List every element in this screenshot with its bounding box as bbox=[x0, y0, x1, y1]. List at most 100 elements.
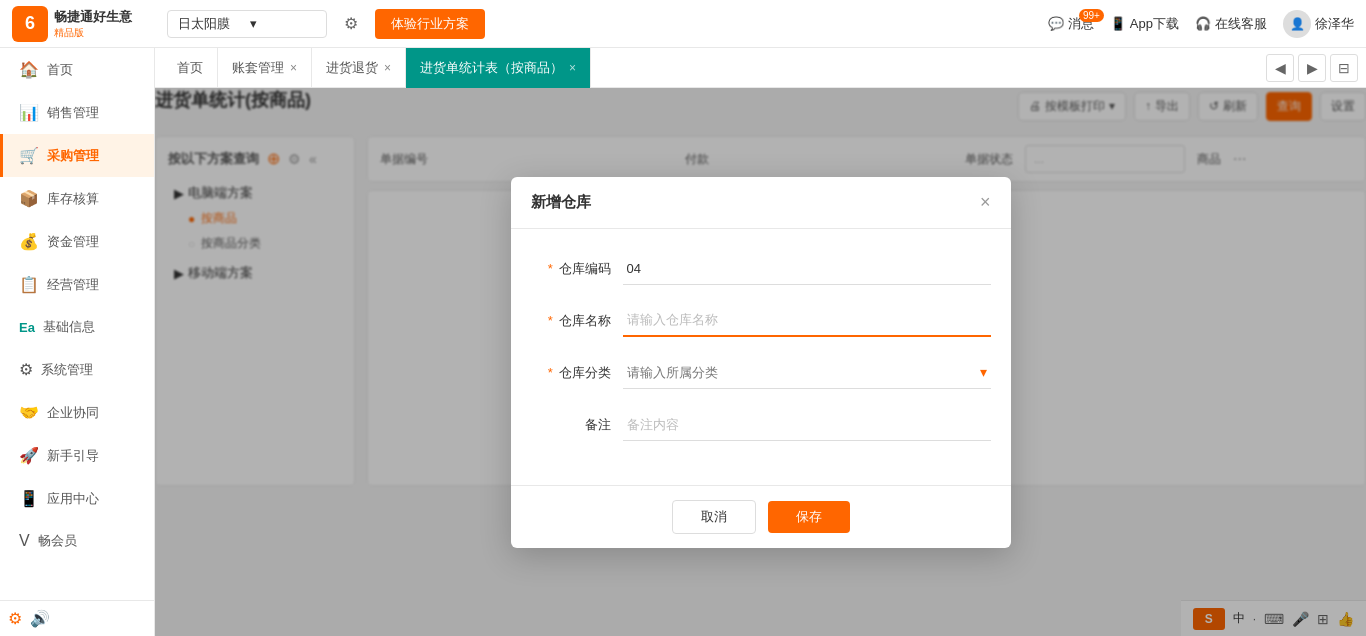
modal-body: * 仓库编码 * 仓库名称 bbox=[511, 229, 1011, 485]
sidebar-footer: ⚙ 🔊 bbox=[0, 600, 154, 636]
tab-home[interactable]: 首页 bbox=[163, 48, 218, 88]
content-area: 首页 账套管理 × 进货退货 × 进货单统计表（按商品） × ◀ ▶ ⊟ bbox=[155, 48, 1366, 636]
phone-icon: 📱 bbox=[1110, 16, 1126, 31]
warehouse-name-input[interactable] bbox=[623, 305, 991, 337]
settings-footer-icon[interactable]: ⚙ bbox=[8, 609, 22, 628]
store-selector[interactable]: 日太阳膜 ▾ bbox=[167, 10, 327, 38]
tab-menu-button[interactable]: ⊟ bbox=[1330, 54, 1358, 82]
required-mark-code: * bbox=[548, 261, 553, 276]
sidebar-item-finance[interactable]: 💰 资金管理 bbox=[0, 220, 154, 263]
sidebar-item-basic-info[interactable]: Ea 基础信息 bbox=[0, 306, 154, 348]
sidebar-item-label: 销售管理 bbox=[47, 104, 99, 122]
name-label: * 仓库名称 bbox=[531, 312, 611, 330]
sidebar-item-label: 应用中心 bbox=[47, 490, 99, 508]
settings-button[interactable]: ⚙ bbox=[335, 8, 367, 40]
sidebar-item-label: 首页 bbox=[47, 61, 73, 79]
sidebar-item-label: 基础信息 bbox=[43, 318, 95, 336]
cancel-button[interactable]: 取消 bbox=[672, 500, 756, 534]
sidebar-item-apps[interactable]: 📱 应用中心 bbox=[0, 477, 154, 520]
tab-purchase-stats-label: 进货单统计表（按商品） bbox=[420, 59, 563, 77]
gear-icon: ⚙ bbox=[344, 14, 358, 33]
headset-icon: 🎧 bbox=[1195, 16, 1211, 31]
top-header: 6 畅捷通好生意 精品版 日太阳膜 ▾ ⚙ 体验行业方案 💬 消息 99+ 📱 … bbox=[0, 0, 1366, 48]
form-row-code: * 仓库编码 bbox=[531, 253, 991, 285]
finance-icon: 💰 bbox=[19, 232, 39, 251]
home-icon: 🏠 bbox=[19, 60, 39, 79]
sidebar-item-inventory[interactable]: 📦 库存核算 bbox=[0, 177, 154, 220]
sidebar-item-operations[interactable]: 📋 经营管理 bbox=[0, 263, 154, 306]
sidebar: 🏠 首页 📊 销售管理 🛒 采购管理 📦 库存核算 💰 资金管理 📋 经营管理 … bbox=[0, 48, 155, 636]
tab-controls: ◀ ▶ ⊟ bbox=[1266, 54, 1358, 82]
trial-button[interactable]: 体验行业方案 bbox=[375, 9, 485, 39]
tab-account-label: 账套管理 bbox=[232, 59, 284, 77]
category-label: * 仓库分类 bbox=[531, 364, 611, 382]
header-right: 💬 消息 99+ 📱 App下载 🎧 在线客服 👤 徐泽华 bbox=[1048, 10, 1354, 38]
tab-purchase-return[interactable]: 进货退货 × bbox=[312, 48, 406, 88]
logo-title: 畅捷通好生意 bbox=[54, 8, 132, 26]
required-mark-category: * bbox=[548, 365, 553, 380]
sidebar-item-label: 经营管理 bbox=[47, 276, 99, 294]
sidebar-item-label: 采购管理 bbox=[47, 147, 99, 165]
page-content: 进货单统计(按商品) 🖨 按模板打印 ▾ ↑ 导出 ↺ bbox=[155, 88, 1366, 636]
sales-icon: 📊 bbox=[19, 103, 39, 122]
main-layout: 🏠 首页 📊 销售管理 🛒 采购管理 📦 库存核算 💰 资金管理 📋 经营管理 … bbox=[0, 48, 1366, 636]
sidebar-item-vip[interactable]: V 畅会员 bbox=[0, 520, 154, 562]
avatar: 👤 bbox=[1283, 10, 1311, 38]
tab-scroll-left-button[interactable]: ◀ bbox=[1266, 54, 1294, 82]
online-service-button[interactable]: 🎧 在线客服 bbox=[1195, 15, 1267, 33]
vip-icon: V bbox=[19, 532, 30, 550]
speaker-icon[interactable]: 🔊 bbox=[30, 609, 50, 628]
sidebar-item-system[interactable]: ⚙ 系统管理 bbox=[0, 348, 154, 391]
tab-purchase-stats[interactable]: 进货单统计表（按商品） × bbox=[406, 48, 591, 88]
tab-purchase-return-label: 进货退货 bbox=[326, 59, 378, 77]
sidebar-item-home[interactable]: 🏠 首页 bbox=[0, 48, 154, 91]
message-icon: 💬 bbox=[1048, 16, 1064, 31]
form-row-category: * 仓库分类 ▾ bbox=[531, 357, 991, 389]
sidebar-item-sales[interactable]: 📊 销售管理 bbox=[0, 91, 154, 134]
category-input[interactable] bbox=[627, 365, 980, 380]
basic-info-icon: Ea bbox=[19, 320, 35, 335]
tab-scroll-right-button[interactable]: ▶ bbox=[1298, 54, 1326, 82]
enterprise-icon: 🤝 bbox=[19, 403, 39, 422]
sidebar-item-label: 资金管理 bbox=[47, 233, 99, 251]
tab-home-label: 首页 bbox=[177, 59, 203, 77]
user-profile-button[interactable]: 👤 徐泽华 bbox=[1283, 10, 1354, 38]
modal-title: 新增仓库 bbox=[531, 193, 591, 212]
warehouse-note-input[interactable] bbox=[623, 409, 991, 441]
store-name: 日太阳膜 bbox=[178, 15, 244, 33]
guide-icon: 🚀 bbox=[19, 446, 39, 465]
sidebar-item-guide[interactable]: 🚀 新手引导 bbox=[0, 434, 154, 477]
warehouse-category-select[interactable]: ▾ bbox=[623, 357, 991, 389]
tab-purchase-return-close-icon[interactable]: × bbox=[384, 61, 391, 75]
sidebar-item-label: 新手引导 bbox=[47, 447, 99, 465]
purchase-icon: 🛒 bbox=[19, 146, 39, 165]
logo-icon: 6 bbox=[12, 6, 48, 42]
system-icon: ⚙ bbox=[19, 360, 33, 379]
save-button[interactable]: 保存 bbox=[768, 501, 850, 533]
apps-icon: 📱 bbox=[19, 489, 39, 508]
note-label: 备注 bbox=[531, 416, 611, 434]
operations-icon: 📋 bbox=[19, 275, 39, 294]
message-badge: 99+ bbox=[1079, 9, 1104, 22]
modal-header: 新增仓库 × bbox=[511, 177, 1011, 229]
tab-bar: 首页 账套管理 × 进货退货 × 进货单统计表（按商品） × ◀ ▶ ⊟ bbox=[155, 48, 1366, 88]
category-dropdown-icon[interactable]: ▾ bbox=[980, 364, 987, 380]
tab-purchase-stats-close-icon[interactable]: × bbox=[569, 61, 576, 75]
logo-area: 6 畅捷通好生意 精品版 bbox=[12, 6, 167, 42]
modal-new-warehouse: 新增仓库 × * 仓库编码 bbox=[511, 177, 1011, 548]
logo-sub: 精品版 bbox=[54, 26, 132, 40]
tab-account-close-icon[interactable]: × bbox=[290, 61, 297, 75]
form-row-name: * 仓库名称 bbox=[531, 305, 991, 337]
tab-account[interactable]: 账套管理 × bbox=[218, 48, 312, 88]
warehouse-code-input[interactable] bbox=[623, 253, 991, 285]
sidebar-item-enterprise[interactable]: 🤝 企业协同 bbox=[0, 391, 154, 434]
modal-footer: 取消 保存 bbox=[511, 485, 1011, 548]
sidebar-item-purchase[interactable]: 🛒 采购管理 bbox=[0, 134, 154, 177]
message-button[interactable]: 💬 消息 99+ bbox=[1048, 15, 1094, 33]
modal-close-icon[interactable]: × bbox=[980, 193, 991, 211]
code-label: * 仓库编码 bbox=[531, 260, 611, 278]
app-download-button[interactable]: 📱 App下载 bbox=[1110, 15, 1179, 33]
app-download-label: App下载 bbox=[1130, 15, 1179, 33]
user-name: 徐泽华 bbox=[1315, 15, 1354, 33]
online-service-label: 在线客服 bbox=[1215, 15, 1267, 33]
